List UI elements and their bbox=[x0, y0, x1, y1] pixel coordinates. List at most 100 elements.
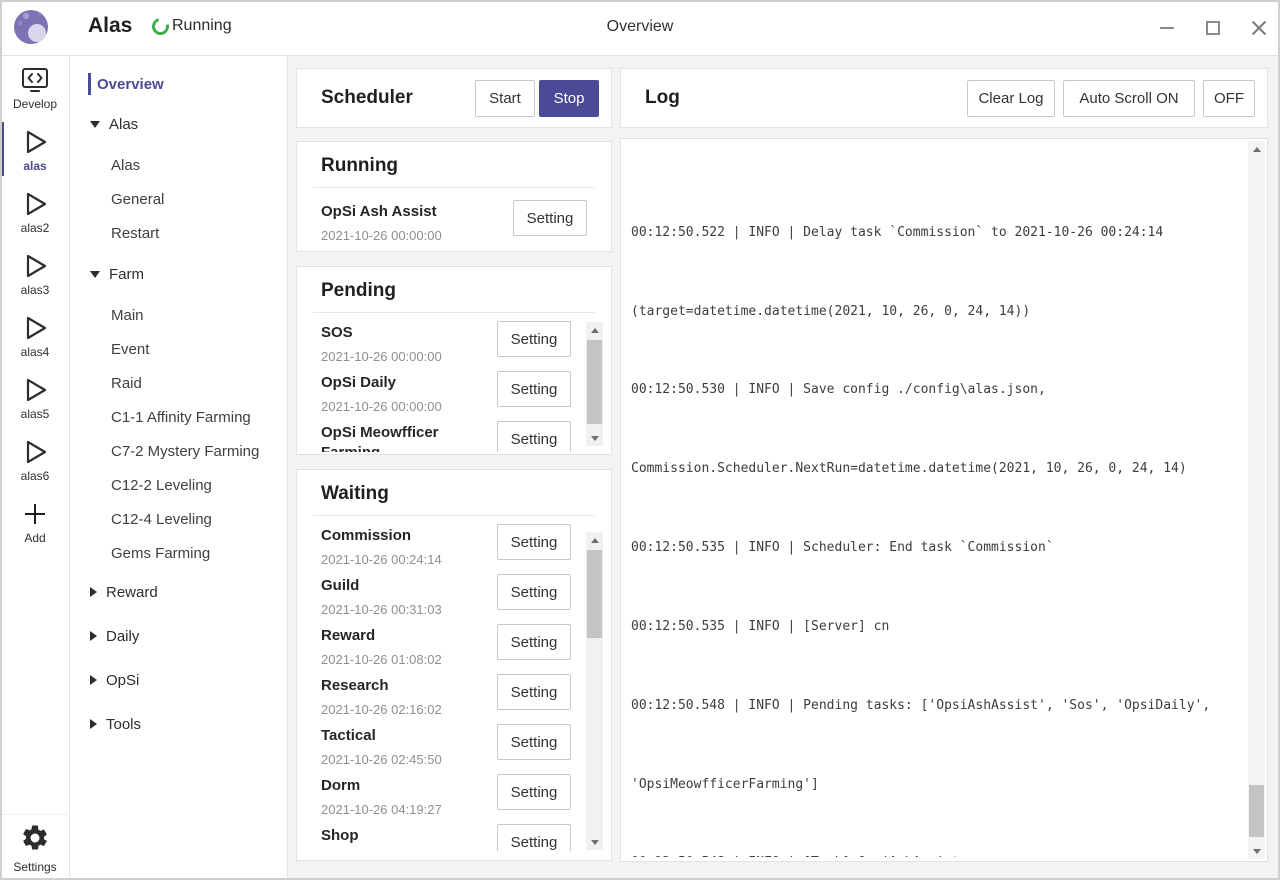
nav-item[interactable]: General bbox=[70, 182, 287, 216]
task-next-run: 2021-10-26 00:00:00 bbox=[321, 343, 489, 366]
auto-scroll-on-button[interactable]: Auto Scroll ON bbox=[1063, 80, 1195, 117]
auto-scroll-off-button[interactable]: OFF bbox=[1203, 80, 1255, 117]
setting-button[interactable]: Setting bbox=[497, 624, 571, 660]
play-icon bbox=[20, 127, 50, 157]
setting-button[interactable]: Setting bbox=[497, 371, 571, 407]
task-name: Tactical bbox=[321, 724, 489, 746]
clear-log-button[interactable]: Clear Log bbox=[967, 80, 1055, 117]
rail-item-label: Develop bbox=[13, 97, 57, 111]
scrollbar[interactable] bbox=[1248, 141, 1265, 859]
rail-item[interactable]: alas6 bbox=[0, 428, 70, 490]
nav-item-label: Overview bbox=[97, 76, 164, 93]
nav-item[interactable]: OpSi bbox=[70, 658, 287, 702]
nav-item-label: C1-1 Affinity Farming bbox=[111, 409, 251, 426]
triangle-icon bbox=[90, 271, 100, 278]
nav-item[interactable]: C12-4 Leveling bbox=[70, 502, 287, 536]
nav-item-label: Reward bbox=[106, 584, 158, 601]
maximize-button[interactable] bbox=[1202, 17, 1224, 39]
setting-button[interactable]: Setting bbox=[513, 200, 587, 236]
nav-item-label: C12-2 Leveling bbox=[111, 477, 212, 494]
setting-button[interactable]: Setting bbox=[497, 774, 571, 810]
nav-item-label: C12-4 Leveling bbox=[111, 511, 212, 528]
rail-item[interactable]: alas5 bbox=[0, 366, 70, 428]
nav-item[interactable]: C7-2 Mystery Farming bbox=[70, 434, 287, 468]
setting-button[interactable]: Setting bbox=[497, 724, 571, 760]
rail-item-label: alas2 bbox=[21, 221, 50, 235]
log-title: Log bbox=[645, 87, 967, 109]
nav-item[interactable]: Daily bbox=[70, 614, 287, 658]
scroll-up-icon[interactable] bbox=[1248, 141, 1265, 157]
rail-item[interactable]: alas2 bbox=[0, 180, 70, 242]
scroll-down-icon[interactable] bbox=[1248, 843, 1265, 859]
nav-item[interactable]: Alas bbox=[70, 100, 287, 148]
task-name: Reward bbox=[321, 624, 489, 646]
nav-item[interactable]: C12-2 Leveling bbox=[70, 468, 287, 502]
nav-item[interactable]: Farm bbox=[70, 250, 287, 298]
scheduler-panel: Scheduler Start Stop bbox=[296, 68, 612, 128]
log-line: 00:12:50.522 | INFO | Delay task `Commis… bbox=[631, 223, 1239, 243]
close-icon bbox=[1251, 20, 1267, 36]
scroll-up-icon[interactable] bbox=[586, 532, 603, 548]
nav-item[interactable]: Reward bbox=[70, 570, 287, 614]
log-line: 00:12:50.548 | INFO | [Task] OpsiAshAssi… bbox=[631, 853, 1239, 857]
scrollbar[interactable] bbox=[586, 322, 603, 446]
nav-item[interactable]: Event bbox=[70, 332, 287, 366]
rail-item[interactable]: Add bbox=[0, 490, 70, 552]
nav-item[interactable]: Gems Farming bbox=[70, 536, 287, 570]
nav-item[interactable]: Tools bbox=[70, 702, 287, 746]
setting-button[interactable]: Setting bbox=[497, 321, 571, 357]
scrollbar[interactable] bbox=[586, 532, 603, 850]
nav-item[interactable]: C1-1 Affinity Farming bbox=[70, 400, 287, 434]
settings-button[interactable]: Settings bbox=[0, 814, 70, 874]
play-icon bbox=[20, 189, 50, 219]
rail-item[interactable]: alas bbox=[0, 118, 70, 180]
scrollbar-thumb[interactable] bbox=[587, 340, 602, 424]
scrollbar-thumb[interactable] bbox=[1249, 785, 1264, 837]
scroll-up-icon[interactable] bbox=[586, 322, 603, 338]
gear-icon bbox=[20, 823, 50, 858]
rail-item-label: alas4 bbox=[21, 345, 50, 359]
setting-button[interactable]: Setting bbox=[497, 574, 571, 610]
nav-item[interactable]: Overview bbox=[70, 68, 287, 100]
window-title: Overview bbox=[0, 18, 1280, 36]
running-title: Running bbox=[321, 155, 398, 176]
scroll-down-icon[interactable] bbox=[586, 834, 603, 850]
log-output: 00:12:50.522 | INFO | Delay task `Commis… bbox=[631, 144, 1239, 857]
rail-item-label: alas bbox=[23, 159, 46, 173]
nav-item[interactable]: Main bbox=[70, 298, 287, 332]
nav-item-label: Daily bbox=[106, 628, 139, 645]
task-row: OpSi Meowfficer Farming Setting bbox=[321, 421, 611, 452]
task-next-run: 2021-10-26 02:16:02 bbox=[321, 696, 489, 719]
setting-button[interactable]: Setting bbox=[497, 674, 571, 710]
nav-item[interactable]: Raid bbox=[70, 366, 287, 400]
nav-item-label: Alas bbox=[111, 157, 140, 174]
setting-button[interactable]: Setting bbox=[497, 524, 571, 560]
settings-label: Settings bbox=[13, 860, 56, 874]
titlebar: Alas Running Overview bbox=[0, 0, 1280, 56]
triangle-icon bbox=[90, 631, 97, 641]
task-name: Commission bbox=[321, 524, 489, 546]
task-name: Shop bbox=[321, 824, 489, 846]
minimize-button[interactable] bbox=[1156, 17, 1178, 39]
setting-button[interactable]: Setting bbox=[497, 824, 571, 851]
task-next-run: 2021-10-26 04:19:27 bbox=[321, 796, 489, 819]
waiting-title: Waiting bbox=[321, 483, 389, 504]
close-button[interactable] bbox=[1248, 17, 1270, 39]
nav-item[interactable]: Restart bbox=[70, 216, 287, 250]
play-icon bbox=[20, 251, 50, 281]
log-line: 'OpsiMeowfficerFarming'] bbox=[631, 775, 1239, 795]
rail-item[interactable]: Develop bbox=[0, 56, 70, 118]
scrollbar-thumb[interactable] bbox=[587, 550, 602, 638]
setting-button[interactable]: Setting bbox=[497, 421, 571, 452]
stop-button[interactable]: Stop bbox=[539, 80, 599, 117]
rail-item[interactable]: alas4 bbox=[0, 304, 70, 366]
task-name: Guild bbox=[321, 574, 489, 596]
task-next-run: 2021-10-26 02:45:50 bbox=[321, 746, 489, 769]
nav-item-label: C7-2 Mystery Farming bbox=[111, 443, 259, 460]
rail-item-label: alas5 bbox=[21, 407, 50, 421]
rail-item[interactable]: alas3 bbox=[0, 242, 70, 304]
nav-item[interactable]: Alas bbox=[70, 148, 287, 182]
start-button[interactable]: Start bbox=[475, 80, 535, 117]
scroll-down-icon[interactable] bbox=[586, 430, 603, 446]
nav-item-label: OpSi bbox=[106, 672, 139, 689]
